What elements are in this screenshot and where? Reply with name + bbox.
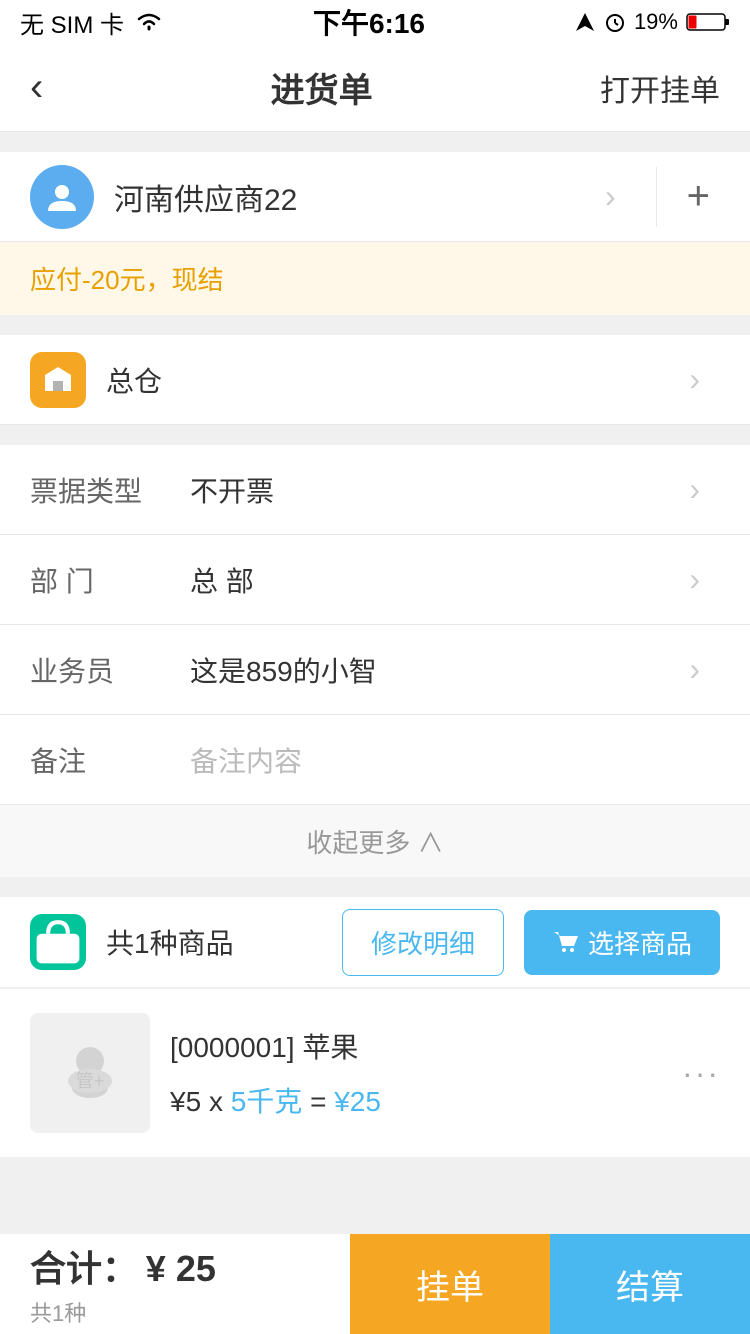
battery-percent: 19% (634, 9, 678, 35)
warehouse-icon (41, 363, 75, 397)
svg-text:管+: 管+ (76, 1071, 105, 1091)
warehouse-chevron: › (689, 361, 700, 398)
total-label: 合计： (30, 1248, 138, 1289)
product-code: [0000001] (170, 1032, 295, 1063)
department-chevron: › (689, 561, 700, 598)
warehouse-name: 总仓 (106, 360, 689, 400)
remarks-input[interactable]: 备注内容 (190, 740, 720, 780)
cart-icon (552, 930, 580, 954)
quantity: 5千克 (231, 1086, 303, 1117)
unit-price: ¥5 (170, 1086, 201, 1117)
bag-icon (30, 914, 86, 970)
chevron-right-icon: › (605, 178, 616, 215)
product-thumb-icon: 管+ (50, 1033, 130, 1113)
department-row[interactable]: 部 门 总 部 › (0, 535, 750, 625)
product-item: 管+ [0000001] 苹果 ¥5 x 5千克 = ¥25 ··· (0, 989, 750, 1157)
supplier-avatar (30, 165, 94, 229)
sim-status: 无 SIM 卡 (20, 5, 124, 40)
status-time: 下午6:16 (313, 2, 425, 42)
product-price: ¥5 x 5千克 = ¥25 (170, 1080, 662, 1120)
product-count: 共1种商品 (106, 922, 322, 962)
warehouse-row[interactable]: 总仓 › (0, 335, 750, 425)
department-label: 部 门 (30, 560, 190, 600)
total-main: 合计： ¥ 25 (30, 1240, 320, 1292)
total-area: 合计： ¥ 25 共1种 (0, 1234, 350, 1334)
checkout-button[interactable]: 结算 (550, 1234, 750, 1334)
hang-button[interactable]: 挂单 (350, 1234, 550, 1334)
section-gap-3 (0, 425, 750, 445)
person-icon (44, 179, 80, 215)
divider (656, 167, 657, 227)
section-gap-2 (0, 315, 750, 335)
select-product-label: 选择商品 (588, 924, 692, 961)
invoice-type-row[interactable]: 票据类型 不开票 › (0, 445, 750, 535)
department-value: 总 部 (190, 560, 689, 600)
supplier-notice: 应付-20元，现结 (0, 242, 750, 315)
products-header: 共1种商品 修改明细 选择商品 (0, 897, 750, 987)
status-bar: 无 SIM 卡 下午6:16 19% (0, 0, 750, 44)
wifi-icon (134, 11, 164, 33)
back-button[interactable]: ‹ (30, 65, 43, 110)
remarks-label: 备注 (30, 740, 190, 780)
salesperson-label: 业务员 (30, 650, 190, 690)
collapse-toggle[interactable]: 收起更多 ∧ (0, 805, 750, 877)
product-thumbnail: 管+ (30, 1013, 150, 1133)
form-section: 票据类型 不开票 › 部 门 总 部 › 业务员 这是859的小智 › 备注 备… (0, 445, 750, 805)
collapse-label: 收起更多 ∧ (306, 823, 443, 860)
product-title: 苹果 (302, 1032, 358, 1063)
multiply-sign: x (209, 1086, 231, 1117)
bottom-bar: 合计： ¥ 25 共1种 挂单 结算 (0, 1234, 750, 1334)
invoice-type-label: 票据类型 (30, 470, 190, 510)
total-sub: 共1种 (30, 1296, 320, 1328)
page-title: 进货单 (271, 63, 373, 112)
equals-sign: = (310, 1086, 334, 1117)
product-more-button[interactable]: ··· (682, 1055, 720, 1092)
subtotal: ¥25 (334, 1086, 381, 1117)
alarm-icon (604, 11, 626, 33)
product-name: [0000001] 苹果 (170, 1026, 662, 1066)
products-icon-bg (30, 914, 86, 970)
status-left: 无 SIM 卡 (20, 5, 164, 40)
supplier-name: 河南供应商22 (114, 175, 605, 219)
supplier-section: 河南供应商22 › + 应付-20元，现结 (0, 152, 750, 315)
invoice-chevron: › (689, 471, 700, 508)
salesperson-row[interactable]: 业务员 这是859的小智 › (0, 625, 750, 715)
edit-detail-button[interactable]: 修改明细 (342, 909, 504, 976)
section-gap-1 (0, 132, 750, 152)
add-supplier-button[interactable]: + (677, 174, 720, 219)
invoice-type-value: 不开票 (190, 470, 689, 510)
open-pending-button[interactable]: 打开挂单 (600, 66, 720, 110)
product-info: [0000001] 苹果 ¥5 x 5千克 = ¥25 (170, 1026, 662, 1120)
warehouse-section: 总仓 › (0, 335, 750, 425)
status-right: 19% (574, 9, 730, 35)
select-product-button[interactable]: 选择商品 (524, 910, 720, 975)
total-amount: ¥ 25 (146, 1248, 216, 1289)
section-gap-4 (0, 877, 750, 897)
nav-bar: ‹ 进货单 打开挂单 (0, 44, 750, 132)
supplier-row[interactable]: 河南供应商22 › + (0, 152, 750, 242)
remarks-row[interactable]: 备注 备注内容 (0, 715, 750, 805)
salesperson-value: 这是859的小智 (190, 650, 689, 690)
location-icon (574, 11, 596, 33)
salesperson-chevron: › (689, 651, 700, 688)
warehouse-icon-bg (30, 352, 86, 408)
battery-icon (686, 11, 730, 33)
